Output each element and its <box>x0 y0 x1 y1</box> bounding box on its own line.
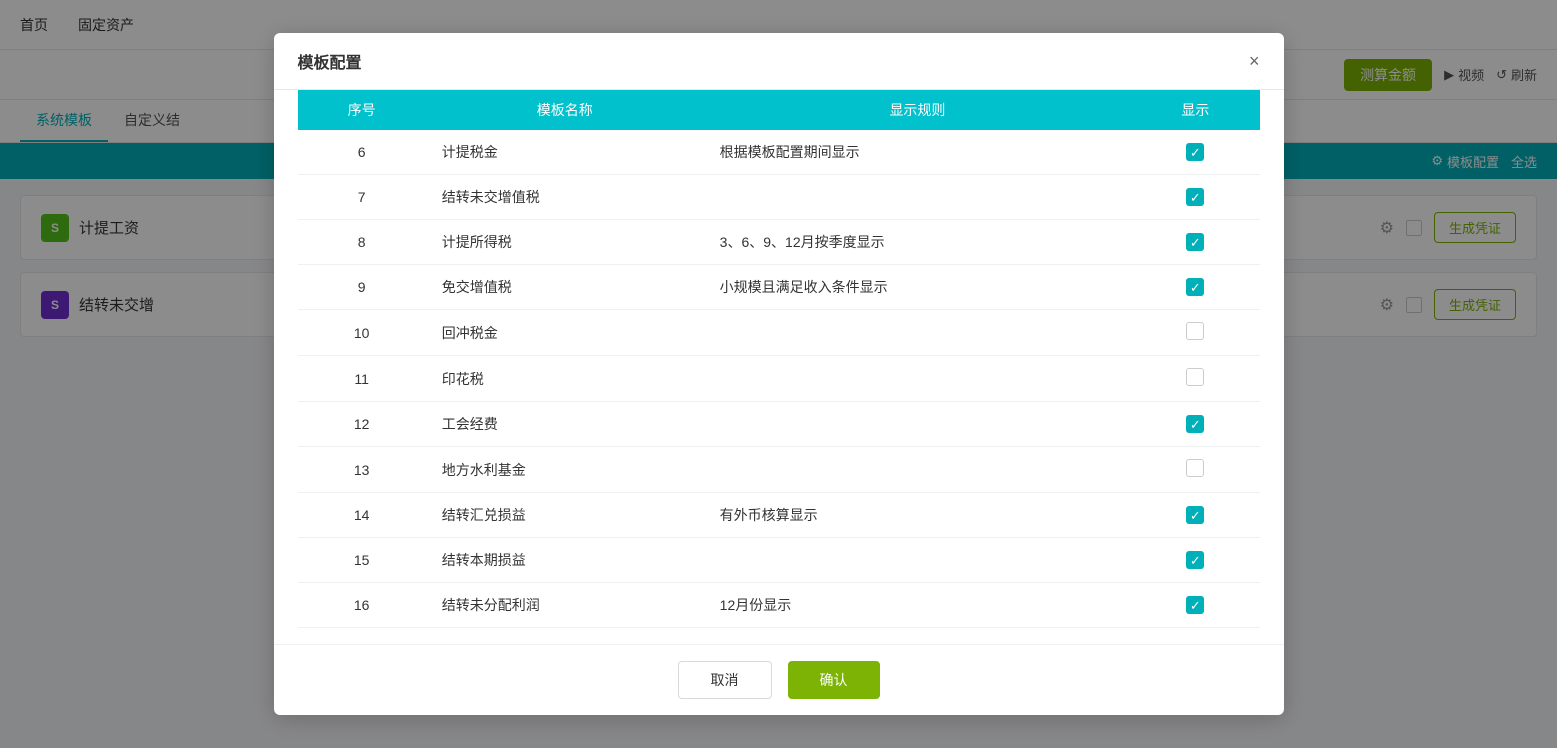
col-header-seq: 序号 <box>298 90 426 130</box>
cell-seq-3: 9 <box>298 265 426 310</box>
cell-rule-6 <box>704 402 1132 447</box>
cell-name-7: 地方水利基金 <box>426 447 704 493</box>
table-row: 8计提所得税3、6、9、12月按季度显示 <box>298 220 1260 265</box>
cell-seq-4: 10 <box>298 310 426 356</box>
cell-check-6 <box>1131 402 1259 447</box>
cell-name-6: 工会经费 <box>426 402 704 447</box>
cell-rule-2: 3、6、9、12月按季度显示 <box>704 220 1132 265</box>
cell-name-8: 结转汇兑损益 <box>426 493 704 538</box>
checkbox-2[interactable] <box>1186 233 1204 251</box>
checkbox-3[interactable] <box>1186 278 1204 296</box>
modal-body: 序号 模板名称 显示规则 显示 6计提税金根据模板配置期间显示7结转未交增值税8… <box>274 90 1284 644</box>
col-header-display: 显示 <box>1131 90 1259 130</box>
cell-check-5 <box>1131 356 1259 402</box>
table-row: 16结转未分配利润12月份显示 <box>298 583 1260 628</box>
cell-name-4: 回冲税金 <box>426 310 704 356</box>
cell-seq-9: 15 <box>298 538 426 583</box>
checkbox-9[interactable] <box>1186 551 1204 569</box>
col-header-rule: 显示规则 <box>704 90 1132 130</box>
table-header: 序号 模板名称 显示规则 显示 <box>298 90 1260 130</box>
cell-rule-7 <box>704 447 1132 493</box>
cell-check-10 <box>1131 583 1259 628</box>
modal-title: 模板配置 <box>298 49 362 73</box>
cell-rule-4 <box>704 310 1132 356</box>
modal-template-config: 模板配置 × 序号 模板名称 显示规则 显示 6计提税金根据模板配置期间显示7结… <box>274 33 1284 715</box>
cell-name-3: 免交增值税 <box>426 265 704 310</box>
cell-rule-8: 有外币核算显示 <box>704 493 1132 538</box>
table-body: 6计提税金根据模板配置期间显示7结转未交增值税8计提所得税3、6、9、12月按季… <box>298 130 1260 628</box>
confirm-button[interactable]: 确认 <box>788 661 880 699</box>
cell-rule-0: 根据模板配置期间显示 <box>704 130 1132 175</box>
cell-check-0 <box>1131 130 1259 175</box>
checkbox-5[interactable] <box>1186 368 1204 386</box>
checkbox-8[interactable] <box>1186 506 1204 524</box>
cancel-button[interactable]: 取消 <box>678 661 772 699</box>
cell-check-2 <box>1131 220 1259 265</box>
checkbox-6[interactable] <box>1186 415 1204 433</box>
table-row: 12工会经费 <box>298 402 1260 447</box>
cell-seq-5: 11 <box>298 356 426 402</box>
table-row: 13地方水利基金 <box>298 447 1260 493</box>
cell-name-5: 印花税 <box>426 356 704 402</box>
checkbox-4[interactable] <box>1186 322 1204 340</box>
cell-name-0: 计提税金 <box>426 130 704 175</box>
table-row: 6计提税金根据模板配置期间显示 <box>298 130 1260 175</box>
table-row: 10回冲税金 <box>298 310 1260 356</box>
checkbox-7[interactable] <box>1186 459 1204 477</box>
table-row: 9免交增值税小规模且满足收入条件显示 <box>298 265 1260 310</box>
modal-footer: 取消 确认 <box>274 644 1284 715</box>
modal-header: 模板配置 × <box>274 33 1284 90</box>
cell-check-8 <box>1131 493 1259 538</box>
cell-seq-1: 7 <box>298 175 426 220</box>
cell-rule-1 <box>704 175 1132 220</box>
cell-name-1: 结转未交增值税 <box>426 175 704 220</box>
table-row: 7结转未交增值税 <box>298 175 1260 220</box>
modal-close-button[interactable]: × <box>1249 52 1260 70</box>
table-row: 11印花税 <box>298 356 1260 402</box>
cell-rule-5 <box>704 356 1132 402</box>
cell-name-10: 结转未分配利润 <box>426 583 704 628</box>
cell-check-7 <box>1131 447 1259 493</box>
cell-seq-10: 16 <box>298 583 426 628</box>
checkbox-0[interactable] <box>1186 143 1204 161</box>
cell-rule-9 <box>704 538 1132 583</box>
config-table: 序号 模板名称 显示规则 显示 6计提税金根据模板配置期间显示7结转未交增值税8… <box>298 90 1260 628</box>
cell-rule-10: 12月份显示 <box>704 583 1132 628</box>
cell-check-9 <box>1131 538 1259 583</box>
cell-seq-7: 13 <box>298 447 426 493</box>
cell-check-3 <box>1131 265 1259 310</box>
cell-rule-3: 小规模且满足收入条件显示 <box>704 265 1132 310</box>
cell-seq-6: 12 <box>298 402 426 447</box>
cell-name-9: 结转本期损益 <box>426 538 704 583</box>
table-row: 15结转本期损益 <box>298 538 1260 583</box>
modal-overlay: 模板配置 × 序号 模板名称 显示规则 显示 6计提税金根据模板配置期间显示7结… <box>0 0 1557 748</box>
cell-seq-2: 8 <box>298 220 426 265</box>
col-header-name: 模板名称 <box>426 90 704 130</box>
table-row: 14结转汇兑损益有外币核算显示 <box>298 493 1260 538</box>
checkbox-10[interactable] <box>1186 596 1204 614</box>
cell-seq-8: 14 <box>298 493 426 538</box>
cell-check-4 <box>1131 310 1259 356</box>
checkbox-1[interactable] <box>1186 188 1204 206</box>
cell-seq-0: 6 <box>298 130 426 175</box>
cell-name-2: 计提所得税 <box>426 220 704 265</box>
cell-check-1 <box>1131 175 1259 220</box>
